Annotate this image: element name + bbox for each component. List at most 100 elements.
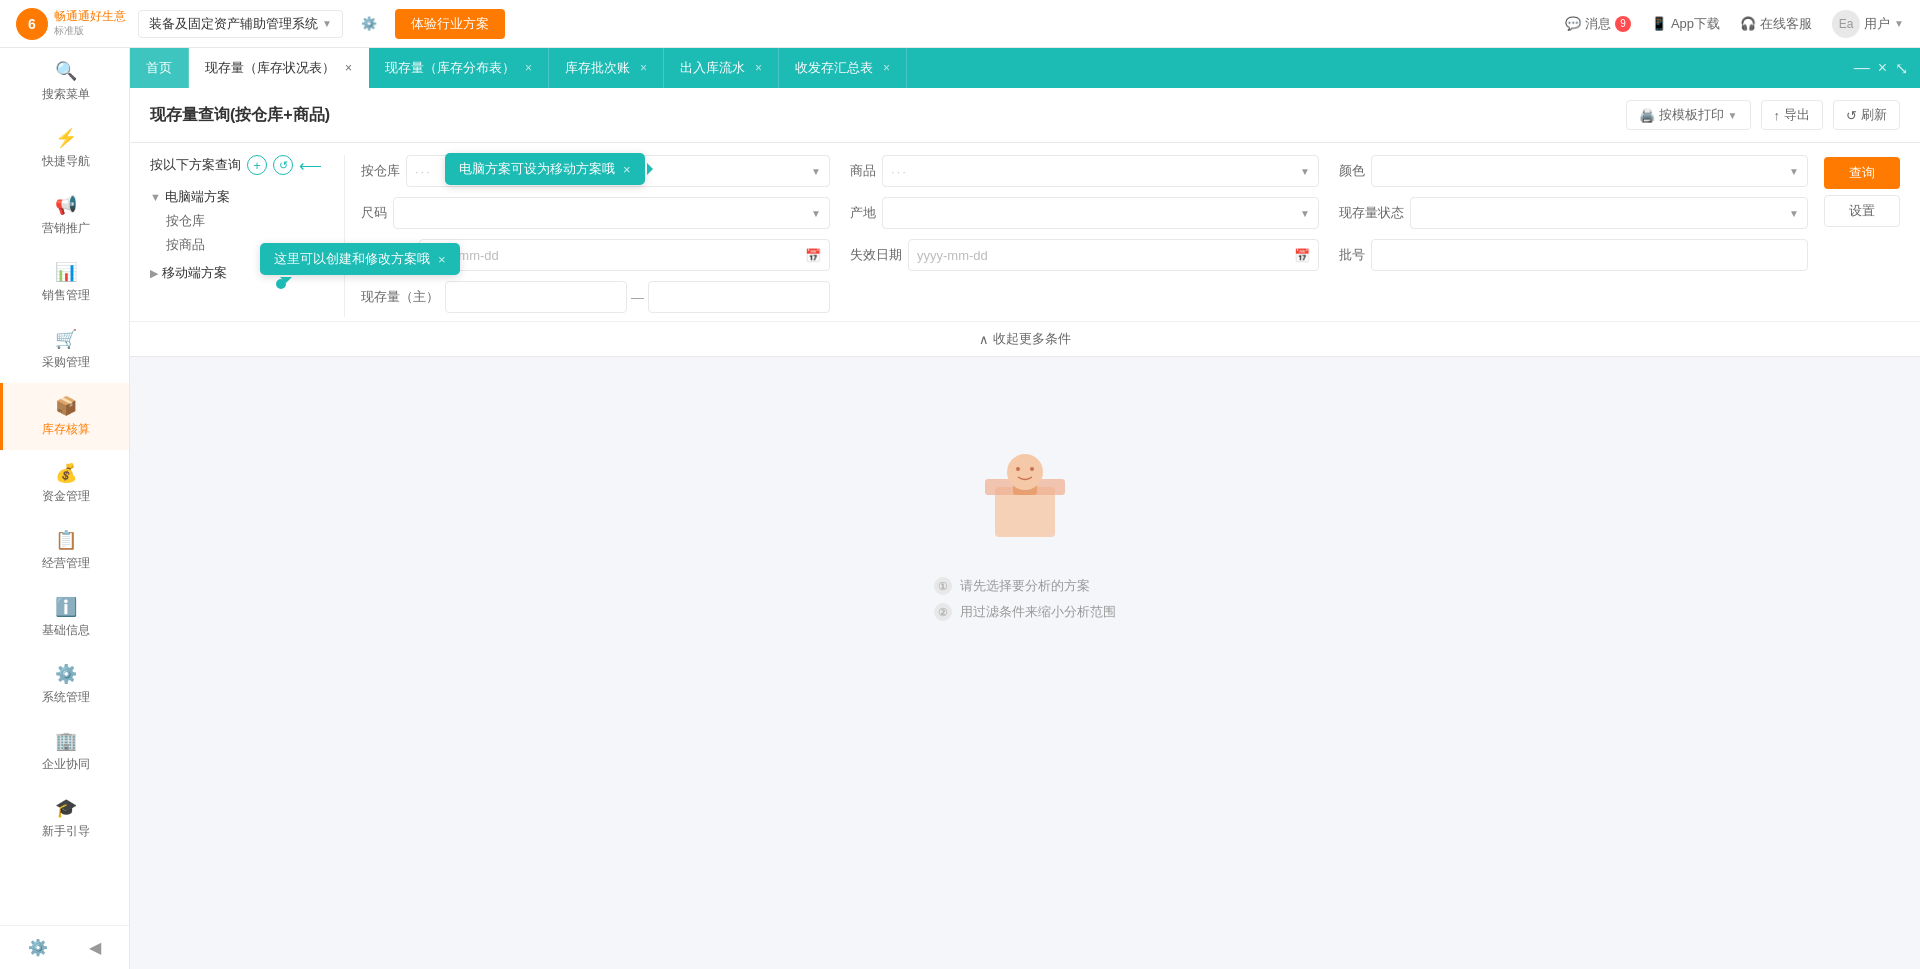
tab-inventory-dist-close[interactable]: × <box>525 61 532 75</box>
sidebar-item-label: 搜索菜单 <box>42 86 90 103</box>
industry-btn[interactable]: 体验行业方案 <box>395 9 505 39</box>
refresh-scheme-icon[interactable]: ↺ <box>273 155 293 175</box>
online-support-item[interactable]: 🎧 在线客服 <box>1740 15 1812 33</box>
tab-home-label: 首页 <box>146 59 172 77</box>
bottom-collapse-icon[interactable]: ◀ <box>89 938 101 957</box>
sidebar-item-label: 快捷导航 <box>42 153 90 170</box>
tab-inventory-status-close[interactable]: × <box>345 61 352 75</box>
prod-date-start-cal-icon: 📅 <box>805 248 821 263</box>
sidebar-item-label: 基础信息 <box>42 622 90 639</box>
expire-date-input[interactable]: yyyy-mm-dd 📅 <box>908 239 1319 271</box>
logo-icon: 6 <box>16 8 48 40</box>
tab-collect-summary-label: 收发存汇总表 <box>795 59 873 77</box>
step1-text: 请先选择要分析的方案 <box>960 577 1090 595</box>
message-label: 消息 <box>1585 15 1611 33</box>
user-label: 用户 <box>1864 15 1890 33</box>
sidebar-item-system[interactable]: ⚙️ 系统管理 <box>0 651 129 718</box>
sidebar-menu: 🔍 搜索菜单 ⚡ 快捷导航 📢 营销推广 📊 销售管理 🛒 采购管理 <box>0 48 129 925</box>
filter-field-origin: 产地 ▼ <box>850 197 1319 229</box>
tooltip-scheme-mobile-close[interactable]: × <box>623 162 631 177</box>
sidebar-item-label: 系统管理 <box>42 689 90 706</box>
sidebar-item-marketing[interactable]: 📢 营销推广 <box>0 182 129 249</box>
filter-field-goods: 商品 ··· ▼ <box>850 155 1319 187</box>
stock-main-start[interactable] <box>445 281 627 313</box>
svg-point-5 <box>1007 454 1043 490</box>
content-area: 首页 现存量（库存状况表） × 现存量（库存分布表） × 库存批次账 × 出入库… <box>130 48 1920 969</box>
box-icon: 📦 <box>55 395 77 417</box>
sidebar-item-enterprise[interactable]: 🏢 企业协同 <box>0 718 129 785</box>
sidebar-item-label: 库存核算 <box>42 421 90 438</box>
phone-icon: 📱 <box>1651 16 1667 31</box>
pc-group-label: 电脑端方案 <box>165 188 230 206</box>
system-select[interactable]: 装备及固定资产辅助管理系统 ▼ <box>138 10 343 38</box>
sidebar-item-basic-info[interactable]: ℹ️ 基础信息 <box>0 584 129 651</box>
goods-select[interactable]: ··· ▼ <box>882 155 1319 187</box>
sidebar-bottom: ⚙️ ◀ <box>0 925 129 969</box>
top-bar-right: 💬 消息 9 📱 App下载 🎧 在线客服 Ea 用户 ▼ <box>1565 10 1904 38</box>
tab-inventory-dist[interactable]: 现存量（库存分布表） × <box>369 48 549 88</box>
tab-minimize-icon[interactable]: — <box>1854 59 1870 77</box>
tooltip-scheme-mobile: 电脑方案可设为移动方案哦 × <box>445 153 645 185</box>
sidebar-item-quick-nav[interactable]: ⚡ 快捷导航 <box>0 115 129 182</box>
scheme-group-pc-title[interactable]: ▼ 电脑端方案 <box>150 185 332 209</box>
scheme-item-pc-1[interactable]: 按仓库 <box>162 209 332 233</box>
system-name: 装备及固定资产辅助管理系统 <box>149 15 318 33</box>
sidebar-item-purchase[interactable]: 🛒 采购管理 <box>0 316 129 383</box>
collapse-btn[interactable]: ∧ 收起更多条件 <box>979 330 1071 348</box>
refresh-btn[interactable]: ↺ 刷新 <box>1833 100 1900 130</box>
color-chevron-icon: ▼ <box>1789 166 1799 177</box>
origin-label: 产地 <box>850 204 876 222</box>
sidebar-item-management[interactable]: 📋 经营管理 <box>0 517 129 584</box>
reset-btn[interactable]: 设置 <box>1824 195 1900 227</box>
settings-icon[interactable]: ⚙️ <box>355 10 383 38</box>
tab-batch-ledger-close[interactable]: × <box>640 61 647 75</box>
sidebar-item-search-menu[interactable]: 🔍 搜索菜单 <box>0 48 129 115</box>
tab-batch-ledger[interactable]: 库存批次账 × <box>549 48 664 88</box>
sidebar-item-inventory[interactable]: 📦 库存核算 <box>0 383 129 450</box>
size-select[interactable]: ▼ <box>393 197 830 229</box>
batch-no-input[interactable] <box>1371 239 1808 271</box>
goods-label: 商品 <box>850 162 876 180</box>
batch-no-input-field[interactable] <box>1380 248 1799 263</box>
step2-text: 用过滤条件来缩小分析范围 <box>960 603 1116 621</box>
building-icon: 🏢 <box>55 730 77 752</box>
filter-field-color: 颜色 ▼ <box>1339 155 1808 187</box>
export-btn[interactable]: ↑ 导出 <box>1761 100 1824 130</box>
bottom-settings-icon[interactable]: ⚙️ <box>28 938 48 957</box>
sidebar-item-guide[interactable]: 🎓 新手引导 <box>0 785 129 852</box>
back-arrow-icon[interactable]: ⟵ <box>299 156 322 175</box>
sidebar-item-sales[interactable]: 📊 销售管理 <box>0 249 129 316</box>
color-select[interactable]: ▼ <box>1371 155 1808 187</box>
print-btn[interactable]: 🖨️ 按模板打印 ▼ <box>1626 100 1751 130</box>
filter-field-expire-date: 失效日期 yyyy-mm-dd 📅 <box>850 239 1319 271</box>
tooltip-scheme-arrow-right <box>647 163 653 175</box>
prod-date-start[interactable]: yyyy-mm-dd 📅 <box>419 239 830 271</box>
print-label: 按模板打印 <box>1659 106 1724 124</box>
app-download-item[interactable]: 📱 App下载 <box>1651 15 1720 33</box>
clipboard-icon: 📋 <box>55 529 77 551</box>
message-item[interactable]: 💬 消息 9 <box>1565 15 1631 33</box>
add-scheme-icon[interactable]: + <box>247 155 267 175</box>
empty-state-step2: ② 用过滤条件来缩小分析范围 <box>934 603 1116 621</box>
tab-inout-flow-close[interactable]: × <box>755 61 762 75</box>
search-btn[interactable]: 查询 <box>1824 157 1900 189</box>
tooltip-edit-scheme-close[interactable]: × <box>438 252 446 267</box>
origin-select[interactable]: ▼ <box>882 197 1319 229</box>
user-item[interactable]: Ea 用户 ▼ <box>1832 10 1904 38</box>
tab-expand-icon[interactable]: ⤡ <box>1895 59 1908 78</box>
tab-inout-flow[interactable]: 出入库流水 × <box>664 48 779 88</box>
stock-main-end[interactable] <box>648 281 830 313</box>
tab-collect-summary-close[interactable]: × <box>883 61 890 75</box>
sidebar-item-finance[interactable]: 💰 资金管理 <box>0 450 129 517</box>
tab-collect-summary[interactable]: 收发存汇总表 × <box>779 48 907 88</box>
step1-num: ① <box>934 577 952 595</box>
tab-close-all-icon[interactable]: × <box>1878 59 1887 77</box>
export-label: 导出 <box>1784 106 1810 124</box>
filter-area: 按以下方案查询 + ↺ ⟵ ▼ 电脑端方案 <box>130 143 1920 357</box>
top-bar: 6 畅通通好生意 标准版 装备及固定资产辅助管理系统 ▼ ⚙️ 体验行业方案 💬… <box>0 0 1920 48</box>
step2-num: ② <box>934 603 952 621</box>
tab-inventory-status[interactable]: 现存量（库存状况表） × <box>189 48 369 88</box>
stock-status-select[interactable]: ▼ <box>1410 197 1808 229</box>
stock-main-range: — <box>445 281 830 313</box>
tab-home[interactable]: 首页 <box>130 48 189 88</box>
